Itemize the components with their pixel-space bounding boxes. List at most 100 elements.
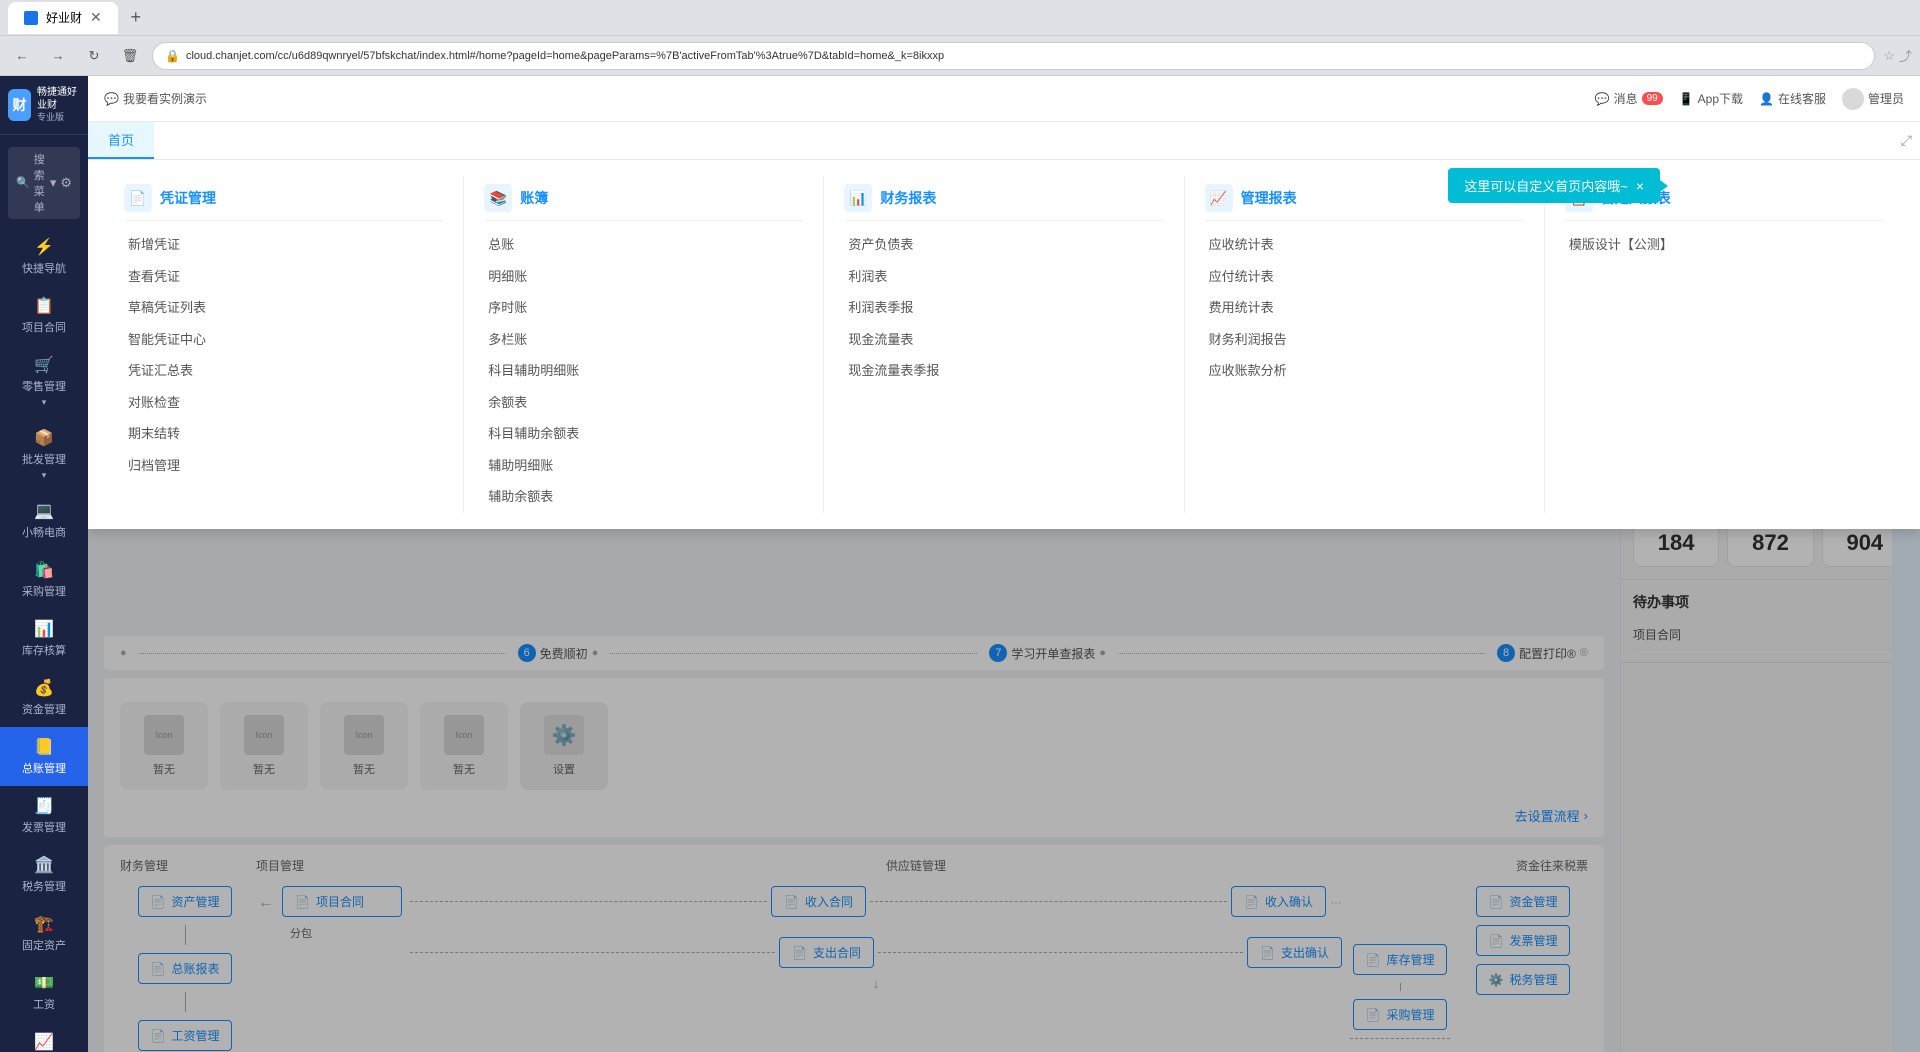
menu-item-balance[interactable]: 余额表 — [484, 387, 803, 419]
menu-item-archive[interactable]: 归档管理 — [124, 450, 443, 482]
menu-item-view-voucher[interactable]: 查看凭证 — [124, 261, 443, 293]
browser-chrome: 好业财 ✕ + — [0, 0, 1920, 36]
tab-home[interactable]: 首页 — [88, 122, 154, 159]
menu-item-profit-loss[interactable]: 利润表 — [844, 261, 1163, 293]
back-button[interactable]: ← — [8, 42, 36, 70]
menu-section-voucher: 📄 凭证管理 新增凭证 查看凭证 草稿凭证列表 智能凭证中心 凭证汇总表 对账检… — [104, 176, 464, 513]
live-demo-button[interactable]: 💬 我要看实例演示 — [104, 90, 207, 107]
demo-icon: 💬 — [104, 92, 119, 106]
new-tab-button[interactable]: + — [122, 4, 150, 32]
operations-icon: 📈 — [34, 1032, 54, 1052]
tax-label: 税务管理 — [22, 878, 66, 894]
sidebar-menu-item-quick-nav[interactable]: ⚡ 快捷导航 — [0, 227, 88, 286]
tab-close-btn[interactable]: ✕ — [90, 9, 102, 26]
ecommerce-icon: 💻 — [34, 501, 54, 521]
sidebar-search-dropdown-icon[interactable]: ▾ — [50, 175, 57, 191]
forward-button[interactable]: → — [44, 42, 72, 70]
menu-item-multi-col[interactable]: 多栏账 — [484, 324, 803, 356]
sidebar-menu-item-ecommerce[interactable]: 💻 小畅电商 — [0, 491, 88, 550]
sidebar-menu-item-ledger[interactable]: 📒 总账管理 — [0, 727, 88, 786]
purchase-icon: 🛍️ — [34, 560, 54, 580]
menu-item-add-voucher[interactable]: 新增凭证 — [124, 229, 443, 261]
inventory-icon: 📊 — [34, 619, 54, 639]
notification-label: 消息 — [1614, 90, 1638, 107]
sidebar-menu-item-retail[interactable]: 🛒 零售管理 ▾ — [0, 345, 88, 418]
sidebar: 财 畅捷通好业财 专业版 🔍 搜索菜单 ▾ ⚙ ⚡ 快捷导航 📋 项目合同 🛒 — [0, 76, 88, 1052]
retail-icon: 🛒 — [34, 355, 54, 375]
fin-reports-icon: 📊 — [844, 184, 872, 212]
sidebar-search-placeholder: 搜索菜单 — [34, 151, 46, 215]
tooltip-popup: 这里可以自定义首页内容哦~ × — [1448, 168, 1660, 203]
invoice-icon: 🧾 — [34, 796, 54, 816]
menu-item-receivable-analysis[interactable]: 应收账款分析 — [1205, 355, 1524, 387]
browser-tab[interactable]: 好业财 ✕ — [8, 2, 118, 34]
sidebar-menu-item-wholesale[interactable]: 📦 批发管理 ▾ — [0, 418, 88, 491]
sidebar-search-icon: 🔍 — [16, 176, 30, 189]
sidebar-logo: 财 畅捷通好业财 专业版 — [0, 76, 88, 135]
menu-item-draft-list[interactable]: 草稿凭证列表 — [124, 292, 443, 324]
sidebar-menu-item-operations[interactable]: 📈 经营管理 — [0, 1022, 88, 1052]
expand-icon[interactable]: ⤢ — [1901, 132, 1912, 149]
menu-item-period-close[interactable]: 期末结转 — [124, 418, 443, 450]
sidebar-menu-item-tax[interactable]: 🏛️ 税务管理 — [0, 845, 88, 904]
url-bar[interactable]: 🔒 cloud.chanjet.com/cc/u6d89qwnryel/57bf… — [152, 42, 1875, 70]
menu-item-sequential[interactable]: 序时账 — [484, 292, 803, 324]
menu-section-custom-reports: 📋 自定义报表 模版设计【公测】 — [1545, 176, 1904, 513]
sidebar-settings-icon[interactable]: ⚙ — [60, 175, 72, 191]
sidebar-menu-item-project[interactable]: 📋 项目合同 — [0, 286, 88, 345]
menu-item-aux-detail[interactable]: 辅助明细账 — [484, 450, 803, 482]
logo-text: 畅捷通好业财 专业版 — [37, 86, 80, 124]
tax-icon: 🏛️ — [34, 855, 54, 875]
ledger-label: 总账管理 — [22, 760, 66, 776]
sidebar-menu-item-invoice[interactable]: 🧾 发票管理 — [0, 786, 88, 845]
menu-item-general-ledger[interactable]: 总账 — [484, 229, 803, 261]
menu-item-smart-center[interactable]: 智能凭证中心 — [124, 324, 443, 356]
mgmt-reports-icon: 📈 — [1205, 184, 1233, 212]
retail-arrow-icon: ▾ — [42, 397, 47, 408]
fixed-assets-icon: 🏗️ — [34, 914, 54, 934]
online-service-btn[interactable]: 👤 在线客服 — [1759, 90, 1826, 107]
user-avatar — [1842, 88, 1864, 110]
bookmark-icon[interactable]: ☆ — [1883, 48, 1895, 64]
menu-item-fin-profit-report[interactable]: 财务利润报告 — [1205, 324, 1524, 356]
menu-item-cashflow[interactable]: 现金流量表 — [844, 324, 1163, 356]
top-bar: 💬 我要看实例演示 💬 消息 99 📱 App下载 👤 在线客服 — [88, 76, 1920, 122]
main-content: 💬 我要看实例演示 💬 消息 99 📱 App下载 👤 在线客服 — [88, 76, 1920, 1052]
sidebar-menu-item-inventory[interactable]: 📊 库存核算 — [0, 609, 88, 668]
menu-item-cashflow-quarterly[interactable]: 现金流量表季报 — [844, 355, 1163, 387]
sidebar-menu-item-purchase[interactable]: 🛍️ 采购管理 — [0, 550, 88, 609]
menu-item-subject-balance[interactable]: 科目辅助余额表 — [484, 418, 803, 450]
menu-item-reconcile[interactable]: 对账检查 — [124, 387, 443, 419]
notification-btn[interactable]: 💬 消息 99 — [1595, 90, 1663, 107]
sidebar-menu-item-finance[interactable]: 💰 资金管理 — [0, 668, 88, 727]
finance-icon: 💰 — [34, 678, 54, 698]
user-btn[interactable]: 管理员 — [1842, 88, 1904, 110]
sidebar-menu-item-payroll[interactable]: 💵 工资 — [0, 963, 88, 1022]
tooltip-close-btn[interactable]: × — [1636, 178, 1644, 194]
menu-item-template-design[interactable]: 模版设计【公测】 — [1565, 229, 1884, 261]
app-download-btn[interactable]: 📱 App下载 — [1679, 90, 1743, 107]
ledger-menu-title: 账簿 — [520, 188, 548, 208]
sidebar-menu-item-fixed-assets[interactable]: 🏗️ 固定资产 — [0, 904, 88, 963]
user-name: 管理员 — [1868, 90, 1904, 107]
menu-item-receivable-stats[interactable]: 应收统计表 — [1205, 229, 1524, 261]
menu-item-summary[interactable]: 凭证汇总表 — [124, 355, 443, 387]
share-icon[interactable]: ⤴ — [1899, 46, 1912, 65]
inventory-label: 库存核算 — [22, 642, 66, 658]
url-text: cloud.chanjet.com/cc/u6d89qwnryel/57bfsk… — [186, 50, 1862, 62]
lock-icon: 🔒 — [165, 49, 180, 63]
menu-item-expense-stats[interactable]: 费用统计表 — [1205, 292, 1524, 324]
address-bar: ← → ↻ 🗑 🔒 cloud.chanjet.com/cc/u6d89qwnr… — [0, 36, 1920, 76]
sidebar-search-area: 🔍 搜索菜单 ▾ ⚙ — [0, 139, 88, 227]
menu-item-detail-account[interactable]: 明细账 — [484, 261, 803, 293]
content-area: 📄 凭证管理 新增凭证 查看凭证 草稿凭证列表 智能凭证中心 凭证汇总表 对账检… — [88, 160, 1920, 1052]
menu-item-subject-detail[interactable]: 科目辅助明细账 — [484, 355, 803, 387]
delete-button[interactable]: 🗑 — [116, 42, 144, 70]
menu-item-profit-quarterly[interactable]: 利润表季报 — [844, 292, 1163, 324]
purchase-label: 采购管理 — [22, 583, 66, 599]
menu-item-balance-sheet[interactable]: 资产负债表 — [844, 229, 1163, 261]
menu-item-payable-stats[interactable]: 应付统计表 — [1205, 261, 1524, 293]
menu-item-aux-balance[interactable]: 辅助余额表 — [484, 481, 803, 513]
address-actions: ☆ ⤴ — [1883, 46, 1912, 65]
refresh-button[interactable]: ↻ — [80, 42, 108, 70]
